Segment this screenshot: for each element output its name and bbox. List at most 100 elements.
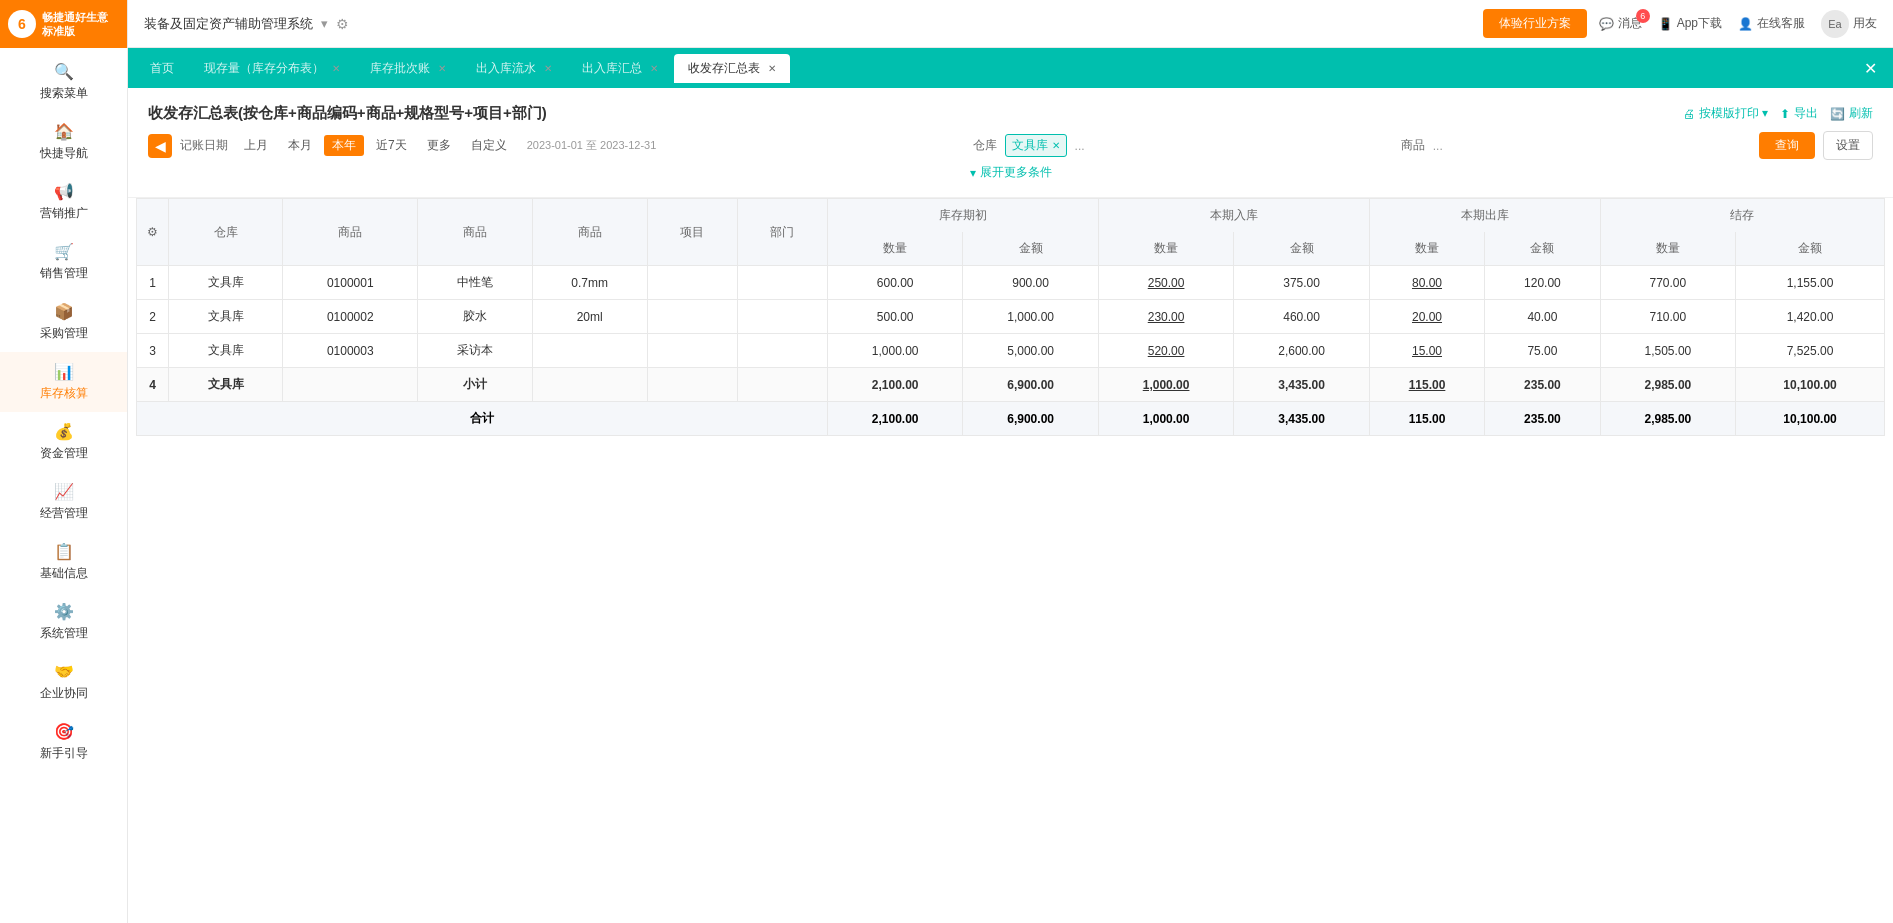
row-in-qty: 1,000.00 bbox=[1098, 368, 1233, 402]
tab-inout-summary-close[interactable]: ✕ bbox=[650, 63, 658, 74]
expand-label: 展开更多条件 bbox=[980, 164, 1052, 181]
sidebar-item-operations[interactable]: 📈经营管理 bbox=[0, 472, 127, 532]
row-out-qty[interactable]: 80.00 bbox=[1369, 266, 1484, 300]
tab-recv-send-close[interactable]: ✕ bbox=[768, 63, 776, 74]
goods-more[interactable]: ... bbox=[1433, 139, 1443, 153]
sidebar-label-quick: 快捷导航 bbox=[40, 145, 88, 162]
tab-inout-flow-close[interactable]: ✕ bbox=[544, 63, 552, 74]
footer-in-amt: 3,435.00 bbox=[1234, 402, 1369, 436]
sidebar-item-basic[interactable]: 📋基础信息 bbox=[0, 532, 127, 592]
warehouse-tag-text: 文具库 bbox=[1012, 137, 1048, 154]
sidebar-label-finance: 资金管理 bbox=[40, 445, 88, 462]
warehouse-tag: 文具库 ✕ bbox=[1005, 134, 1067, 157]
sidebar-icon-search: 🔍 bbox=[54, 62, 74, 81]
trial-button[interactable]: 体验行业方案 bbox=[1483, 9, 1587, 38]
sidebar-item-purchase[interactable]: 📦采购管理 bbox=[0, 292, 127, 352]
sidebar-label-inventory: 库存核算 bbox=[40, 385, 88, 402]
query-button[interactable]: 查询 bbox=[1759, 132, 1815, 159]
app-download-button[interactable]: 📱 App下载 bbox=[1658, 15, 1722, 32]
col-in: 本期入库 bbox=[1098, 199, 1369, 233]
warehouse-label: 仓库 bbox=[973, 137, 997, 154]
tab-recv-send[interactable]: 收发存汇总表 ✕ bbox=[674, 54, 790, 83]
date-btn-last-month[interactable]: 上月 bbox=[236, 135, 276, 156]
row-code: 0100001 bbox=[283, 266, 418, 300]
sidebar-item-search[interactable]: 🔍搜索菜单 bbox=[0, 52, 127, 112]
row-bal-amt: 10,100.00 bbox=[1736, 368, 1885, 402]
row-out-qty[interactable]: 15.00 bbox=[1369, 334, 1484, 368]
row-no: 4 bbox=[137, 368, 169, 402]
sidebar-item-finance[interactable]: 💰资金管理 bbox=[0, 412, 127, 472]
sidebar-label-collab: 企业协同 bbox=[40, 685, 88, 702]
sidebar-label-purchase: 采购管理 bbox=[40, 325, 88, 342]
user-menu[interactable]: Ea 用友 bbox=[1821, 10, 1877, 38]
sidebar-item-quick[interactable]: 🏠快捷导航 bbox=[0, 112, 127, 172]
app-logo: 6 畅捷通好生意 标准版 bbox=[0, 0, 127, 48]
refresh-label: 刷新 bbox=[1849, 105, 1873, 122]
sidebar-item-system[interactable]: ⚙️系统管理 bbox=[0, 592, 127, 652]
row-in-amt: 460.00 bbox=[1234, 300, 1369, 334]
refresh-button[interactable]: 🔄 刷新 bbox=[1830, 105, 1873, 122]
date-btn-7days[interactable]: 近7天 bbox=[368, 135, 415, 156]
col-project: 项目 bbox=[647, 199, 737, 266]
row-out-qty[interactable]: 20.00 bbox=[1369, 300, 1484, 334]
col-open-stock: 库存期初 bbox=[827, 199, 1098, 233]
tab-inout-summary[interactable]: 出入库汇总 ✕ bbox=[568, 54, 672, 83]
footer-out-qty: 115.00 bbox=[1369, 402, 1484, 436]
warehouse-more[interactable]: ... bbox=[1075, 139, 1085, 153]
tab-bar-close-button[interactable]: ✕ bbox=[1856, 59, 1885, 78]
row-open-amt: 5,000.00 bbox=[963, 334, 1098, 368]
col-dept: 部门 bbox=[737, 199, 827, 266]
sidebar-item-marketing-promo[interactable]: 📢营销推广 bbox=[0, 172, 127, 232]
export-label: 导出 bbox=[1794, 105, 1818, 122]
date-btn-more[interactable]: 更多 bbox=[419, 135, 459, 156]
tab-inventory-dist[interactable]: 现存量（库存分布表） ✕ bbox=[190, 54, 354, 83]
settings-icon[interactable]: ⚙ bbox=[336, 16, 349, 32]
filter-toggle-button[interactable]: ◀ bbox=[148, 134, 172, 158]
table-settings-button[interactable]: 设置 bbox=[1823, 131, 1873, 160]
expand-icon: ▾ bbox=[970, 166, 976, 180]
notification-button[interactable]: 💬 App下载 消息 6 bbox=[1599, 15, 1642, 32]
print-button[interactable]: 🖨 按模版打印 ▾ bbox=[1683, 105, 1768, 122]
sidebar-label-marketing-promo: 营销推广 bbox=[40, 205, 88, 222]
col-name: 商品 bbox=[418, 199, 532, 266]
sidebar-item-collab[interactable]: 🤝企业协同 bbox=[0, 652, 127, 712]
online-service-button[interactable]: 👤 在线客服 bbox=[1738, 15, 1805, 32]
row-out-amt: 40.00 bbox=[1485, 300, 1600, 334]
footer-out-amt: 235.00 bbox=[1485, 402, 1600, 436]
system-dropdown-icon[interactable]: ▾ bbox=[321, 16, 328, 31]
print-icon: 🖨 bbox=[1683, 107, 1695, 121]
tab-batch-close[interactable]: ✕ bbox=[438, 63, 446, 74]
row-bal-amt: 1,420.00 bbox=[1736, 300, 1885, 334]
notification-badge: 6 bbox=[1636, 9, 1650, 23]
service-icon: 👤 bbox=[1738, 17, 1753, 31]
col-open-amt: 金额 bbox=[963, 232, 1098, 266]
row-bal-qty: 710.00 bbox=[1600, 300, 1735, 334]
sidebar-item-sales[interactable]: 🛒销售管理 bbox=[0, 232, 127, 292]
row-in-qty[interactable]: 520.00 bbox=[1098, 334, 1233, 368]
row-spec bbox=[532, 334, 647, 368]
row-in-qty[interactable]: 250.00 bbox=[1098, 266, 1233, 300]
col-code: 商品 bbox=[283, 199, 418, 266]
expand-filter-button[interactable]: ▾ 展开更多条件 bbox=[148, 160, 1873, 189]
date-btn-custom[interactable]: 自定义 bbox=[463, 135, 515, 156]
tab-bar: 首页 现存量（库存分布表） ✕ 库存批次账 ✕ 出入库流水 ✕ 出入库汇总 ✕ … bbox=[128, 48, 1893, 88]
export-button[interactable]: ⬆ 导出 bbox=[1780, 105, 1818, 122]
warehouse-tag-close[interactable]: ✕ bbox=[1052, 140, 1060, 151]
tab-home[interactable]: 首页 bbox=[136, 54, 188, 83]
sidebar-label-operations: 经营管理 bbox=[40, 505, 88, 522]
date-btn-this-month[interactable]: 本月 bbox=[280, 135, 320, 156]
sidebar-item-inventory[interactable]: 📊库存核算 bbox=[0, 352, 127, 412]
table-row: 2 文具库 0100002 胶水 20ml 500.00 1,000.00 23… bbox=[137, 300, 1885, 334]
tab-inventory-dist-close[interactable]: ✕ bbox=[332, 63, 340, 74]
tab-batch[interactable]: 库存批次账 ✕ bbox=[356, 54, 460, 83]
page-header: 收发存汇总表(按仓库+商品编码+商品+规格型号+项目+部门) 🖨 按模版打印 ▾… bbox=[128, 88, 1893, 131]
row-spec bbox=[532, 368, 647, 402]
date-btn-this-year[interactable]: 本年 bbox=[324, 135, 364, 156]
row-in-qty[interactable]: 230.00 bbox=[1098, 300, 1233, 334]
tab-inout-flow[interactable]: 出入库流水 ✕ bbox=[462, 54, 566, 83]
row-open-amt: 6,900.00 bbox=[963, 368, 1098, 402]
row-bal-amt: 1,155.00 bbox=[1736, 266, 1885, 300]
col-settings[interactable]: ⚙ bbox=[137, 199, 169, 266]
sidebar-item-guide[interactable]: 🎯新手引导 bbox=[0, 712, 127, 772]
row-out-qty: 115.00 bbox=[1369, 368, 1484, 402]
